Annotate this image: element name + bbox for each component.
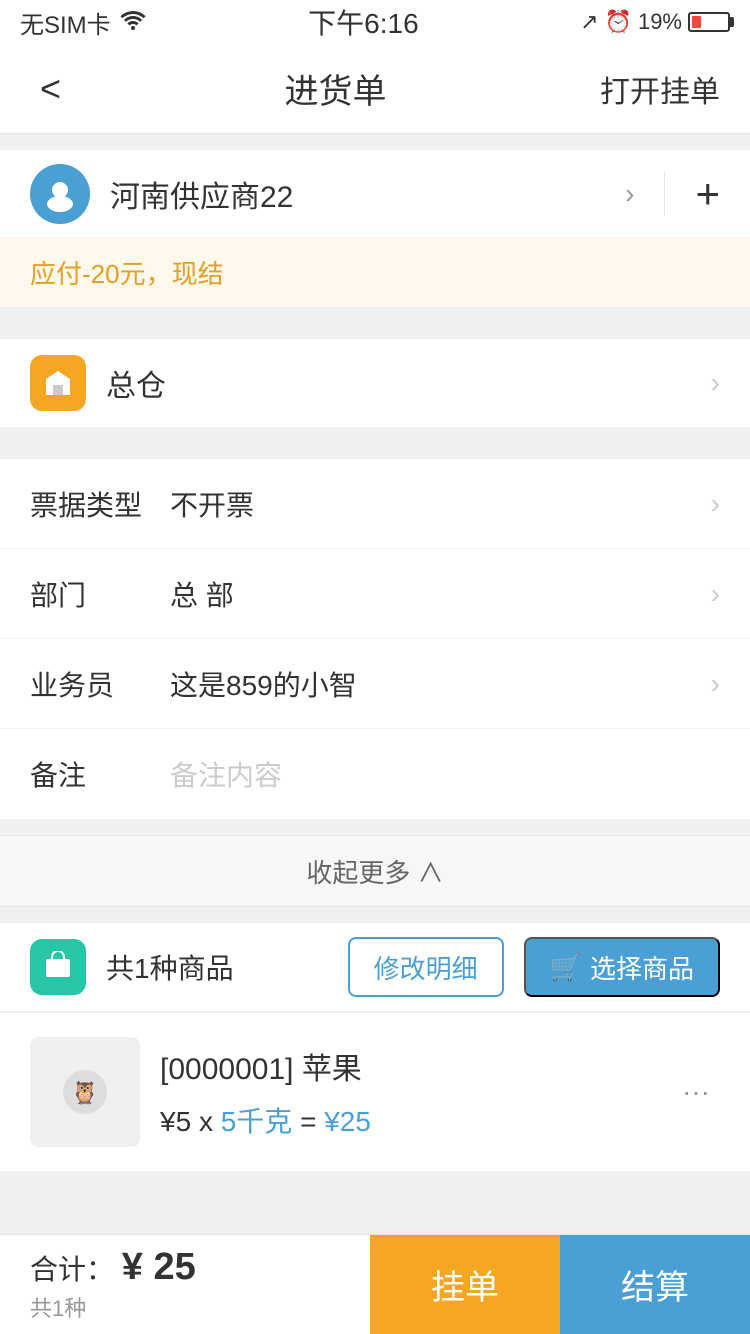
bottom-bar: 合计： ¥ 25 共1种 挂单 结算 [0,1234,750,1334]
product-more-button[interactable]: ··· [672,1066,720,1118]
open-pending-button[interactable]: 打开挂单 [600,67,720,111]
remark-row[interactable]: 备注 备注内容 [0,729,750,819]
total-label: 合计： [30,1254,114,1285]
section-gap-3 [0,427,750,443]
salesperson-arrow: › [711,668,720,700]
location-icon: ↗ [580,9,598,35]
svg-text:🦉: 🦉 [71,1080,98,1105]
supplier-avatar [30,164,90,224]
section-gap-2 [0,307,750,323]
wifi-icon [119,8,147,37]
department-arrow: › [711,578,720,610]
alarm-icon: ⏰ [605,9,632,35]
carrier-label: 无SIM卡 [20,5,111,40]
total-area: 合计： ¥ 25 共1种 [0,1246,370,1323]
department-value: 总 部 [170,574,711,614]
back-button[interactable]: < [30,58,71,120]
product-info: [0000001] 苹果 ¥5 x 5千克 = ¥25 [160,1044,652,1140]
total-amount: ¥ 25 [122,1246,196,1288]
warehouse-name: 总仓 [106,361,711,405]
info-banner: 应付-20元，现结 [0,238,750,307]
supplier-divider [664,172,665,216]
supplier-name: 河南供应商22 [110,172,625,216]
product-icon [30,939,86,995]
product-card: 🦉 [0000001] 苹果 ¥5 x 5千克 = ¥25 ··· [0,1013,750,1171]
department-row[interactable]: 部门 总 部 › [0,549,750,639]
status-left: 无SIM卡 [20,5,147,40]
invoice-type-value: 不开票 [170,484,711,524]
equals-sign: = [300,1106,324,1137]
checkout-button[interactable]: 结算 [560,1235,750,1334]
unit-price: ¥5 [160,1106,191,1137]
select-product-button[interactable]: 🛒 选择商品 [524,937,720,997]
salesperson-value: 这是859的小智 [170,664,711,704]
product-count: 共1种商品 [106,947,328,987]
quantity: 5千克 [221,1106,293,1137]
invoice-type-row[interactable]: 票据类型 不开票 › [0,459,750,549]
invoice-type-label: 票据类型 [30,484,170,524]
section-gap-1 [0,134,750,150]
product-price-row: ¥5 x 5千克 = ¥25 [160,1100,652,1140]
warehouse-section[interactable]: 总仓 › [0,339,750,427]
nav-bar: < 进货单 打开挂单 [0,44,750,134]
salesperson-label: 业务员 [30,664,170,704]
warehouse-arrow-icon: › [711,367,720,399]
remark-placeholder: 备注内容 [170,754,720,794]
product-title: 苹果 [302,1053,362,1086]
pending-button[interactable]: 挂单 [370,1235,560,1334]
add-supplier-button[interactable]: + [695,173,720,215]
collapse-label: 收起更多 ∧ [306,853,443,890]
status-right: ↗ ⏰ 19% [580,9,730,35]
total-row: 合计： ¥ 25 [30,1246,340,1289]
status-time: 下午6:16 [308,2,419,42]
line-total: ¥25 [324,1106,371,1137]
supplier-arrow-icon: › [625,178,634,210]
invoice-type-arrow: › [711,488,720,520]
multiply-sign: x [199,1106,221,1137]
cart-icon: 🛒 [550,952,582,983]
product-code: [0000001] [160,1053,293,1086]
status-bar: 无SIM卡 下午6:16 ↗ ⏰ 19% [0,0,750,44]
product-name: [0000001] 苹果 [160,1044,652,1088]
warehouse-icon [30,355,86,411]
page-title: 进货单 [285,64,387,113]
total-count: 共1种 [30,1291,340,1323]
info-text: 应付-20元，现结 [30,259,224,289]
salesperson-row[interactable]: 业务员 这是859的小智 › [0,639,750,729]
form-section: 票据类型 不开票 › 部门 总 部 › 业务员 这是859的小智 › 备注 备注… [0,459,750,819]
product-thumbnail: 🦉 [30,1037,140,1147]
battery-icon [688,12,730,32]
product-header: 共1种商品 修改明细 🛒 选择商品 [0,923,750,1011]
edit-detail-button[interactable]: 修改明细 [348,937,504,997]
remark-label: 备注 [30,754,170,794]
select-product-label: 选择商品 [590,949,694,986]
battery-percent: 19% [638,9,682,35]
collapse-bar[interactable]: 收起更多 ∧ [0,835,750,907]
department-label: 部门 [30,574,170,614]
supplier-section[interactable]: 河南供应商22 › + [0,150,750,238]
